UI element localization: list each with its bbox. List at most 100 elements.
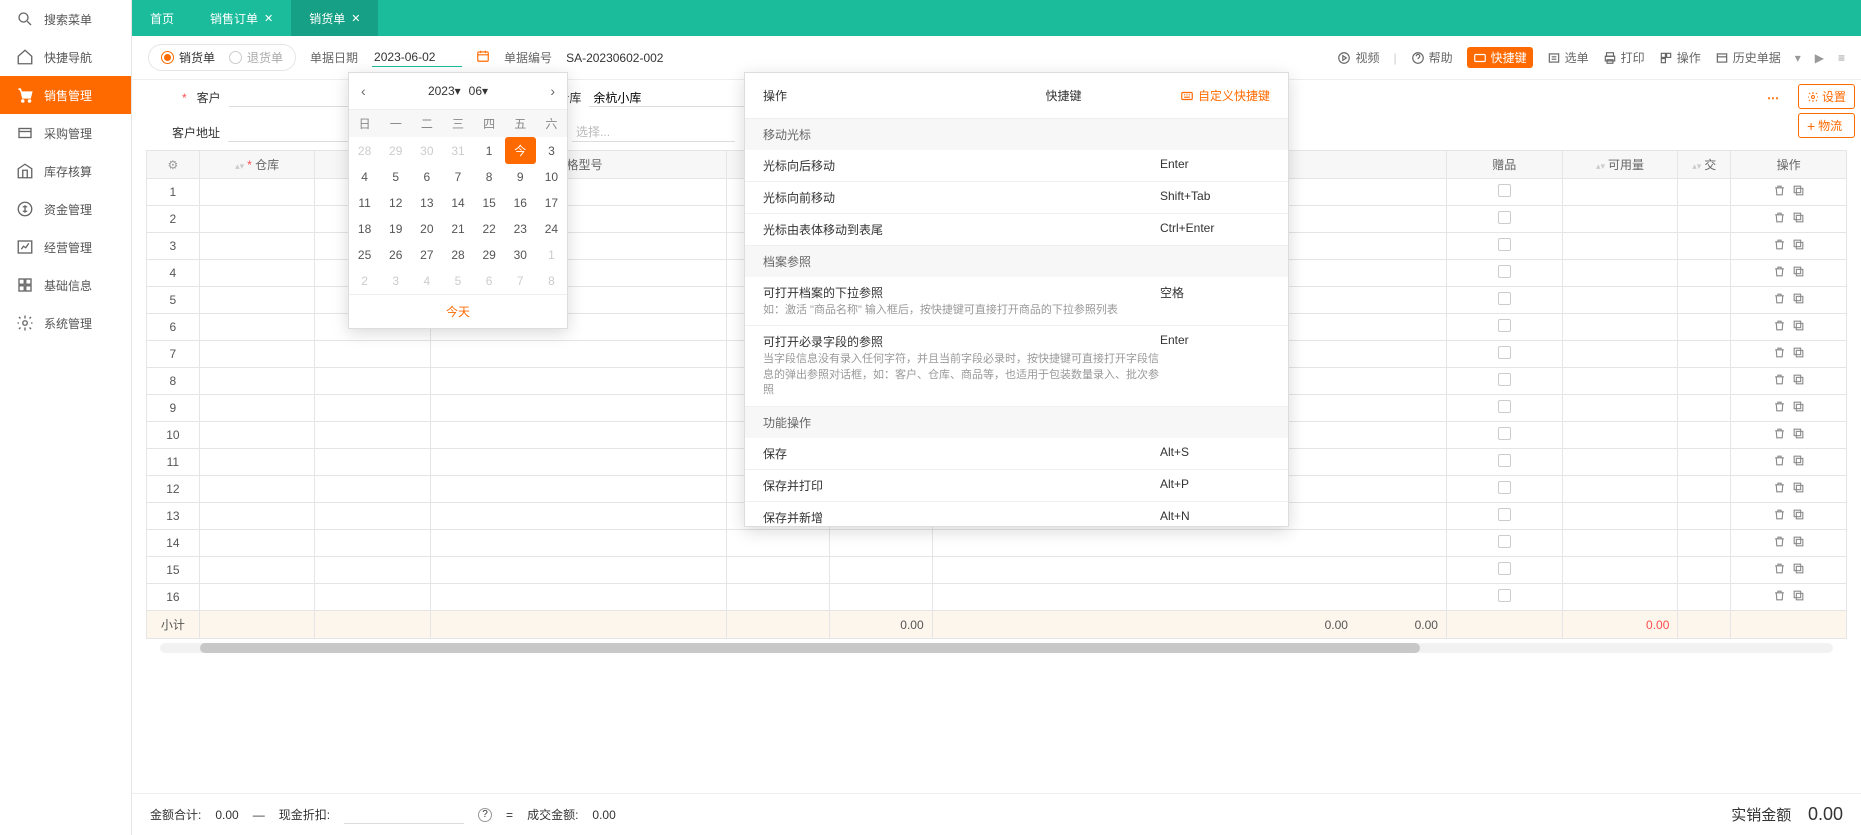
radio-return[interactable]: 退货单 <box>229 49 283 66</box>
calendar-day[interactable]: 6 <box>411 164 442 190</box>
tool-shortcut[interactable]: 快捷键 <box>1467 47 1533 68</box>
custom-shortcut-button[interactable]: 自定义快捷键 <box>1180 87 1270 104</box>
calendar-day[interactable]: 7 <box>442 164 473 190</box>
calendar-day[interactable]: 28 <box>442 242 473 268</box>
next-month-icon[interactable]: › <box>550 83 555 99</box>
table-header-8[interactable]: ▴▾可用量 <box>1562 151 1678 179</box>
tool-history[interactable]: 历史单据 <box>1715 49 1781 66</box>
delete-icon[interactable] <box>1773 402 1786 416</box>
calendar-day[interactable]: 29 <box>474 242 505 268</box>
tool-video[interactable]: 视频 <box>1337 49 1379 66</box>
delete-icon[interactable] <box>1773 429 1786 443</box>
delete-icon[interactable] <box>1773 240 1786 254</box>
copy-icon[interactable] <box>1792 537 1805 551</box>
calendar-day[interactable]: 3 <box>536 137 567 164</box>
horizontal-scrollbar[interactable] <box>160 643 1833 653</box>
checkbox-icon[interactable] <box>1498 184 1511 197</box>
table-header-7[interactable]: 赠品 <box>1446 151 1562 179</box>
calendar-day[interactable]: 26 <box>380 242 411 268</box>
calendar-day[interactable]: 7 <box>505 268 536 294</box>
today-button[interactable]: 今天 <box>349 294 567 328</box>
calendar-day[interactable]: 4 <box>411 268 442 294</box>
checkbox-icon[interactable] <box>1498 562 1511 575</box>
copy-icon[interactable] <box>1792 483 1805 497</box>
checkbox-icon[interactable] <box>1498 481 1511 494</box>
calendar-day[interactable]: 24 <box>536 216 567 242</box>
calendar-day[interactable]: 15 <box>474 190 505 216</box>
prev-month-icon[interactable]: ‹ <box>361 83 366 99</box>
tab-1[interactable]: 销售订单✕ <box>192 0 291 36</box>
delete-icon[interactable] <box>1773 456 1786 470</box>
sidebar-item-6[interactable]: 经营管理 <box>0 228 131 266</box>
sidebar-item-0[interactable]: 搜索菜单 <box>0 0 131 38</box>
calendar-day[interactable]: 4 <box>349 164 380 190</box>
calendar-day[interactable]: 10 <box>536 164 567 190</box>
copy-icon[interactable] <box>1792 456 1805 470</box>
radio-sales[interactable]: 销货单 <box>161 49 215 66</box>
copy-icon[interactable] <box>1792 267 1805 281</box>
table-header-9[interactable]: ▴▾交 <box>1678 151 1731 179</box>
table-row[interactable]: 15 <box>147 557 1847 584</box>
calendar-day[interactable]: 22 <box>474 216 505 242</box>
copy-icon[interactable] <box>1792 348 1805 362</box>
calendar-day[interactable]: 18 <box>349 216 380 242</box>
date-input[interactable] <box>372 48 462 67</box>
menu-icon[interactable]: ≡ <box>1838 51 1845 65</box>
calendar-day[interactable]: 30 <box>505 242 536 268</box>
calendar-day[interactable]: 17 <box>536 190 567 216</box>
delete-icon[interactable] <box>1773 537 1786 551</box>
sidebar-item-8[interactable]: 系统管理 <box>0 304 131 342</box>
sidebar-item-7[interactable]: 基础信息 <box>0 266 131 304</box>
tab-0[interactable]: 首页 <box>132 0 192 36</box>
copy-icon[interactable] <box>1792 321 1805 335</box>
checkbox-icon[interactable] <box>1498 427 1511 440</box>
discount-input[interactable] <box>344 805 464 824</box>
delete-icon[interactable] <box>1773 294 1786 308</box>
checkbox-icon[interactable] <box>1498 508 1511 521</box>
delete-icon[interactable] <box>1773 186 1786 200</box>
calendar-day[interactable]: 1 <box>536 242 567 268</box>
delete-icon[interactable] <box>1773 213 1786 227</box>
calendar-day[interactable]: 14 <box>442 190 473 216</box>
table-header-10[interactable]: 操作 <box>1731 151 1847 179</box>
calendar-month[interactable]: 06▾ <box>469 84 488 98</box>
checkbox-icon[interactable] <box>1498 373 1511 386</box>
copy-icon[interactable] <box>1792 375 1805 389</box>
delete-icon[interactable] <box>1773 483 1786 497</box>
table-row[interactable]: 14 <box>147 530 1847 557</box>
checkbox-icon[interactable] <box>1498 454 1511 467</box>
settings-button[interactable]: 设置 <box>1798 84 1855 109</box>
delete-icon[interactable] <box>1773 321 1786 335</box>
play-icon[interactable]: ▶ <box>1815 51 1824 65</box>
copy-icon[interactable] <box>1792 564 1805 578</box>
copy-icon[interactable] <box>1792 213 1805 227</box>
calendar-day[interactable]: 12 <box>380 190 411 216</box>
delete-icon[interactable] <box>1773 510 1786 524</box>
calendar-day[interactable]: 21 <box>442 216 473 242</box>
table-row[interactable]: 16 <box>147 584 1847 611</box>
gear-icon[interactable]: ⚙ <box>167 158 178 172</box>
checkbox-icon[interactable] <box>1498 400 1511 413</box>
delete-icon[interactable] <box>1773 591 1786 605</box>
more-icon[interactable]: ⋯ <box>1767 91 1781 105</box>
checkbox-icon[interactable] <box>1498 319 1511 332</box>
sidebar-item-5[interactable]: 资金管理 <box>0 190 131 228</box>
close-icon[interactable]: ✕ <box>351 12 360 25</box>
delete-icon[interactable] <box>1773 375 1786 389</box>
checkbox-icon[interactable] <box>1498 346 1511 359</box>
calendar-day[interactable]: 16 <box>505 190 536 216</box>
delete-icon[interactable] <box>1773 348 1786 362</box>
copy-icon[interactable] <box>1792 294 1805 308</box>
sidebar-item-2[interactable]: 销售管理 <box>0 76 131 114</box>
checkbox-icon[interactable] <box>1498 265 1511 278</box>
calendar-year[interactable]: 2023▾ <box>428 84 461 98</box>
tool-help[interactable]: 帮助 <box>1411 49 1453 66</box>
checkbox-icon[interactable] <box>1498 589 1511 602</box>
sidebar-item-4[interactable]: 库存核算 <box>0 152 131 190</box>
delete-icon[interactable] <box>1773 564 1786 578</box>
checkbox-icon[interactable] <box>1498 238 1511 251</box>
calendar-day[interactable]: 8 <box>536 268 567 294</box>
calendar-day[interactable]: 13 <box>411 190 442 216</box>
tab-2[interactable]: 销货单✕ <box>291 0 378 36</box>
copy-icon[interactable] <box>1792 240 1805 254</box>
